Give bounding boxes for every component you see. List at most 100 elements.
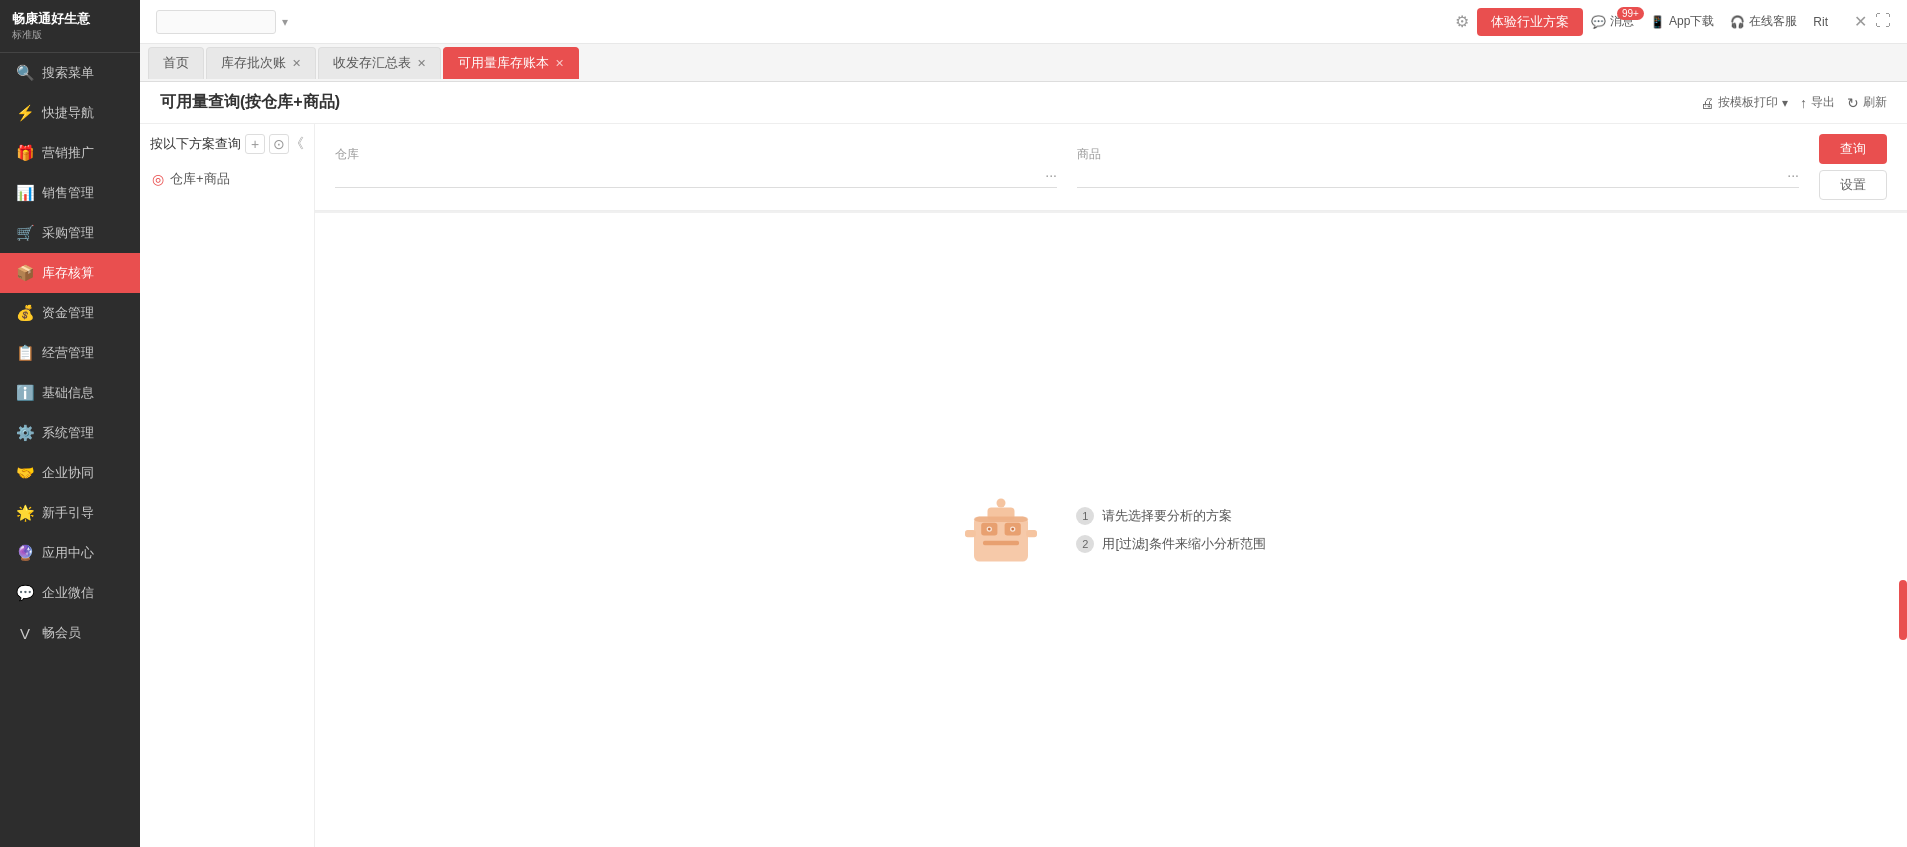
sidebar-item-marketing[interactable]: 🎁营销推广 [0, 133, 140, 173]
scheme-label-warehouse-goods: 仓库+商品 [170, 170, 230, 188]
tip-text-1: 请先选择要分析的方案 [1102, 507, 1232, 525]
tab-batch-account[interactable]: 库存批次账 ✕ [206, 47, 316, 79]
sidebar-item-system[interactable]: ⚙️系统管理 [0, 413, 140, 453]
scheme-icon-warehouse-goods: ◎ [152, 171, 164, 187]
gear-icon[interactable]: ⚙ [1455, 12, 1469, 31]
industry-solution-button[interactable]: 体验行业方案 [1477, 8, 1583, 36]
scheme-panel-header: 按以下方案查询 + ⊙ 《 [140, 134, 314, 162]
refresh-icon: ↻ [1847, 95, 1859, 111]
tab-available-ledger[interactable]: 可用量库存账本✕ [443, 47, 579, 79]
sidebar-icon-basic-info: ℹ️ [16, 384, 34, 402]
page-actions: 🖨 按模板打印 ▾ ↑ 导出 ↻ 刷新 [1700, 94, 1887, 111]
svg-rect-0 [974, 517, 1028, 562]
sidebar-icon-search: 🔍 [16, 64, 34, 82]
main-area: ▾ ⚙ 体验行业方案 💬 消息 99+ 📱 App下载 🎧 在线客服 Rit ✕… [140, 0, 1907, 847]
sidebar-icon-finance: 💰 [16, 304, 34, 322]
add-scheme-button[interactable]: + [245, 134, 265, 154]
refresh-button[interactable]: ↻ 刷新 [1847, 94, 1887, 111]
search-input[interactable] [156, 10, 276, 34]
page-header: 可用量查询(按仓库+商品) 🖨 按模板打印 ▾ ↑ 导出 ↻ 刷新 [140, 82, 1907, 124]
online-service-label: 在线客服 [1749, 13, 1797, 30]
tab-home[interactable]: 首页 [148, 47, 204, 79]
warehouse-input[interactable] [335, 168, 1041, 183]
sidebar-icon-operations: 📋 [16, 344, 34, 362]
svg-rect-3 [983, 541, 1019, 546]
online-service-button[interactable]: 🎧 在线客服 [1730, 13, 1797, 30]
goods-filter-group: 商品 ··· [1077, 146, 1799, 188]
sidebar-item-inventory[interactable]: 📦库存核算 [0, 253, 140, 293]
sidebar-label-wechat: 企业微信 [42, 584, 94, 602]
warehouse-label: 仓库 [335, 146, 1057, 163]
sidebar-label-member: 畅会员 [42, 624, 81, 642]
sidebar-icon-sales: 📊 [16, 184, 34, 202]
query-btn-group: 查询 设置 [1819, 134, 1887, 200]
goods-input-wrapper: ··· [1077, 167, 1799, 188]
scheme-panel-title: 按以下方案查询 [150, 135, 241, 153]
sidebar-item-cooperation[interactable]: 🤝 企业协同 [0, 453, 140, 493]
sidebar-item-sales[interactable]: 📊销售管理 [0, 173, 140, 213]
goods-input[interactable] [1077, 168, 1783, 183]
scheme-panel: 按以下方案查询 + ⊙ 《 ◎ 仓库+商品 [140, 124, 315, 847]
search-arrow-icon[interactable]: ▾ [282, 15, 288, 29]
sidebar-item-quick-nav[interactable]: ⚡快捷导航 [0, 93, 140, 133]
settings-button[interactable]: 设置 [1819, 170, 1887, 200]
page-title: 可用量查询(按仓库+商品) [160, 92, 340, 113]
message-button[interactable]: 💬 消息 99+ [1591, 13, 1634, 30]
svg-point-12 [1012, 528, 1015, 531]
print-dropdown-icon[interactable]: ▾ [1782, 96, 1788, 110]
sidebar-label-cooperation: 企业协同 [42, 464, 94, 482]
print-button[interactable]: 🖨 按模板打印 ▾ [1700, 94, 1788, 111]
sidebar-item-purchase[interactable]: 🛒采购管理 [0, 213, 140, 253]
print-icon: 🖨 [1700, 95, 1714, 111]
sidebar: 畅康通好生意 标准版 🔍搜索菜单⚡快捷导航🎁营销推广📊销售管理🛒采购管理📦库存核… [0, 0, 140, 847]
app-download-label: App下载 [1669, 13, 1714, 30]
app-download-button[interactable]: 📱 App下载 [1650, 13, 1714, 30]
tip-text-2: 用[过滤]条件来缩小分析范围 [1102, 535, 1265, 553]
settings-scheme-button[interactable]: ⊙ [269, 134, 289, 154]
empty-illustration [956, 485, 1046, 575]
tabs-bar: 首页库存批次账✕收发存汇总表✕可用量库存账本✕ [140, 44, 1907, 82]
topbar-search: ▾ [156, 10, 1447, 34]
sidebar-label-inventory: 库存核算 [42, 264, 94, 282]
svg-rect-6 [965, 530, 976, 537]
maximize-window-icon[interactable]: ⛶ [1875, 12, 1891, 31]
sidebar-item-app-center[interactable]: 🔮应用中心 [0, 533, 140, 573]
warehouse-dots-icon[interactable]: ··· [1045, 167, 1057, 183]
empty-tips: 1 请先选择要分析的方案 2 用[过滤]条件来缩小分析范围 [1076, 507, 1265, 553]
collapse-scheme-icon[interactable]: 《 [290, 135, 304, 153]
close-window-icon[interactable]: ✕ [1854, 12, 1867, 31]
right-scrollbar[interactable] [1899, 580, 1907, 640]
tip-item-2: 2 用[过滤]条件来缩小分析范围 [1076, 535, 1265, 553]
sidebar-icon-app-center: 🔮 [16, 544, 34, 562]
sidebar-item-finance[interactable]: 💰资金管理 [0, 293, 140, 333]
export-button[interactable]: ↑ 导出 [1800, 94, 1835, 111]
sidebar-icon-member: V [16, 625, 34, 642]
sidebar-label-marketing: 营销推广 [42, 144, 94, 162]
tab-label-collect-summary: 收发存汇总表 [333, 54, 411, 72]
sidebar-item-search[interactable]: 🔍搜索菜单 [0, 53, 140, 93]
sidebar-icon-guide: 🌟 [16, 504, 34, 522]
username-label[interactable]: Rit [1813, 15, 1828, 29]
goods-label: 商品 [1077, 146, 1799, 163]
query-button[interactable]: 查询 [1819, 134, 1887, 164]
sidebar-label-basic-info: 基础信息 [42, 384, 94, 402]
sidebar-scroll: 🔍搜索菜单⚡快捷导航🎁营销推广📊销售管理🛒采购管理📦库存核算💰资金管理 📋 经营管理… [0, 53, 140, 847]
sidebar-item-member[interactable]: V 畅会员 [0, 613, 140, 653]
scheme-header-left: 按以下方案查询 + ⊙ [150, 134, 289, 154]
sidebar-item-basic-info[interactable]: ℹ️ 基础信息 [0, 373, 140, 413]
tab-label-batch-account: 库存批次账 [221, 54, 286, 72]
tab-close-collect-summary[interactable]: ✕ [417, 57, 426, 70]
warehouse-filter-group: 仓库 ··· [335, 146, 1057, 188]
goods-dots-icon[interactable]: ··· [1787, 167, 1799, 183]
message-badge: 99+ [1617, 7, 1644, 20]
empty-state-content: 1 请先选择要分析的方案 2 用[过滤]条件来缩小分析范围 [956, 485, 1265, 575]
sidebar-icon-cooperation: 🤝 [16, 464, 34, 482]
tab-close-batch-account[interactable]: ✕ [292, 57, 301, 70]
tab-close-available-ledger[interactable]: ✕ [555, 57, 564, 70]
tab-collect-summary[interactable]: 收发存汇总表 ✕ [318, 47, 441, 79]
sidebar-item-wechat[interactable]: 💬企业微信 [0, 573, 140, 613]
sidebar-label-operations: 经营管理 [42, 344, 94, 362]
scheme-item-warehouse-goods[interactable]: ◎ 仓库+商品 [140, 162, 314, 196]
sidebar-item-operations[interactable]: 📋 经营管理 [0, 333, 140, 373]
sidebar-item-guide[interactable]: 🌟新手引导 [0, 493, 140, 533]
